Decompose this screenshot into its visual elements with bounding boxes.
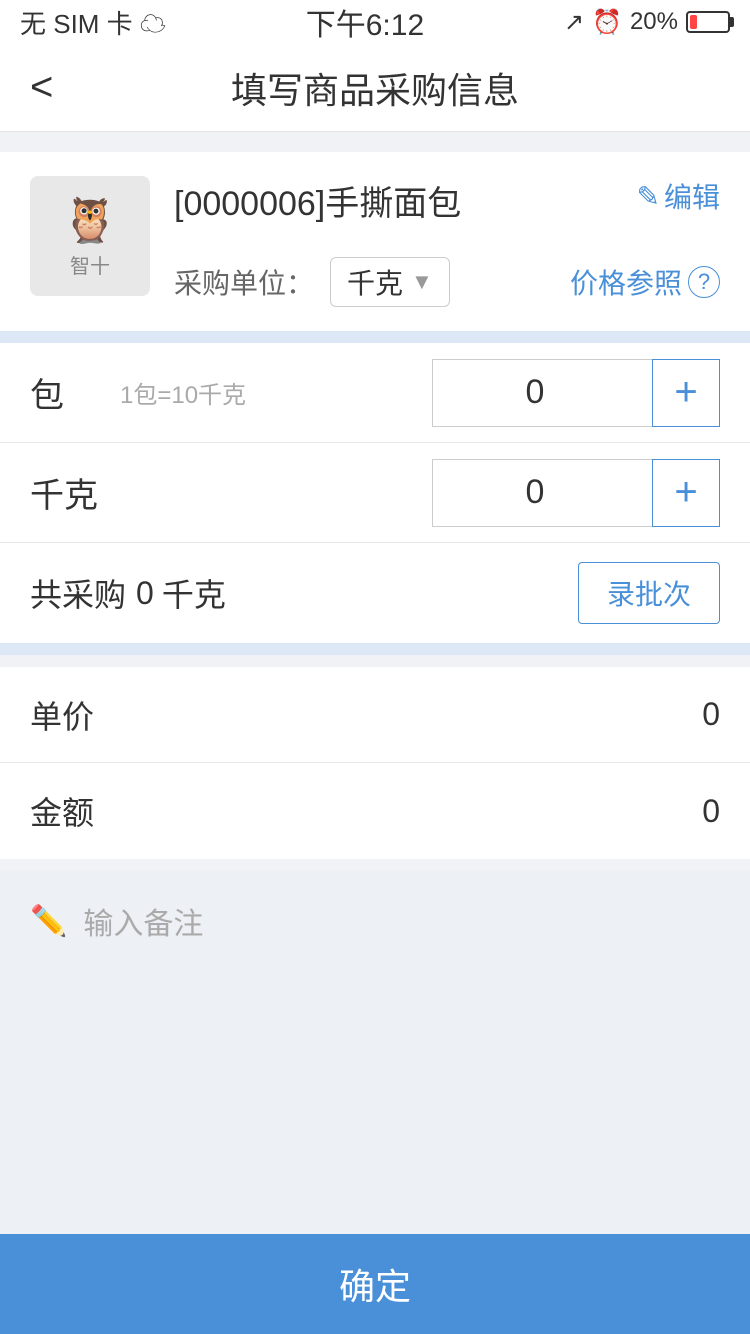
note-section[interactable]: ✏️ 输入备注 bbox=[0, 871, 750, 971]
kg-label: 千克 bbox=[30, 468, 110, 517]
product-info: [0000006]手撕面包 ✎ 编辑 采购单位： 千克 ▼ 价格参照 ? bbox=[174, 176, 720, 307]
unit-value: 千克 bbox=[347, 262, 403, 302]
status-right: ↗ ⏰ 20% bbox=[564, 8, 730, 37]
status-left: 无 SIM 卡 ☁ bbox=[20, 4, 166, 41]
help-icon: ? bbox=[688, 266, 720, 298]
price-ref-label: 价格参照 bbox=[570, 262, 682, 302]
bag-quantity-input[interactable] bbox=[432, 359, 652, 427]
alarm-icon: ⏰ bbox=[592, 8, 622, 37]
product-owl-icon: 🦉 bbox=[63, 194, 118, 246]
edit-button[interactable]: ✎ 编辑 bbox=[637, 176, 720, 216]
input-section: 包 1包=10千克 + 千克 + bbox=[0, 343, 750, 543]
product-brand: 智十 bbox=[70, 250, 110, 279]
sim-label: 无 SIM 卡 ☁ bbox=[20, 4, 166, 41]
batch-button[interactable]: 录批次 bbox=[578, 562, 720, 624]
product-card: 🦉 智十 [0000006]手撕面包 ✎ 编辑 采购单位： 千克 ▼ 价格参照 … bbox=[0, 152, 750, 331]
bag-input-controls: + bbox=[432, 359, 720, 427]
product-name: [0000006]手撕面包 bbox=[174, 176, 461, 225]
nav-bar: < 填写商品采购信息 bbox=[0, 44, 750, 132]
total-value: 0 bbox=[136, 575, 154, 612]
note-placeholder: 输入备注 bbox=[83, 899, 203, 943]
purchase-unit-label: 采购单位： bbox=[174, 262, 314, 302]
confirm-bar[interactable]: 确定 bbox=[0, 1234, 750, 1334]
section-divider-2 bbox=[0, 643, 750, 655]
kg-plus-button[interactable]: + bbox=[652, 459, 720, 527]
edit-label: 编辑 bbox=[664, 176, 720, 216]
price-ref-button[interactable]: 价格参照 ? bbox=[570, 262, 720, 302]
bag-sublabel: 1包=10千克 bbox=[120, 375, 246, 410]
bag-label: 包 bbox=[30, 368, 110, 417]
unit-arrow-icon: ▼ bbox=[411, 269, 433, 295]
amount-label: 金额 bbox=[30, 788, 94, 834]
unit-price-row: 单价 0 bbox=[0, 667, 750, 763]
status-time: 下午6:12 bbox=[306, 0, 424, 44]
product-thumbnail: 🦉 智十 bbox=[30, 176, 150, 296]
product-meta: 采购单位： 千克 ▼ 价格参照 ? bbox=[174, 257, 720, 307]
kg-input-controls: + bbox=[432, 459, 720, 527]
total-row: 共采购 0 千克 录批次 bbox=[0, 543, 750, 643]
section-divider-1 bbox=[0, 331, 750, 343]
total-unit: 千克 bbox=[162, 570, 226, 616]
unit-price-value: 0 bbox=[702, 696, 720, 733]
note-pencil-icon: ✏️ bbox=[30, 904, 67, 939]
battery-icon bbox=[686, 11, 730, 33]
battery-percent: 20% bbox=[630, 8, 678, 36]
price-section: 单价 0 金额 0 bbox=[0, 667, 750, 859]
amount-row: 金额 0 bbox=[0, 763, 750, 859]
bag-row: 包 1包=10千克 + bbox=[0, 343, 750, 443]
unit-price-label: 单价 bbox=[30, 692, 94, 738]
status-bar: 无 SIM 卡 ☁ 下午6:12 ↗ ⏰ 20% bbox=[0, 0, 750, 44]
amount-value: 0 bbox=[702, 793, 720, 830]
total-label: 共采购 bbox=[30, 570, 126, 616]
kg-row: 千克 + bbox=[0, 443, 750, 543]
edit-icon: ✎ bbox=[637, 180, 660, 213]
unit-selector[interactable]: 千克 ▼ bbox=[330, 257, 450, 307]
bag-plus-button[interactable]: + bbox=[652, 359, 720, 427]
kg-quantity-input[interactable] bbox=[432, 459, 652, 527]
confirm-label: 确定 bbox=[339, 1258, 411, 1310]
page-title: 填写商品采购信息 bbox=[231, 62, 519, 114]
location-icon: ↗ bbox=[564, 8, 584, 37]
back-button[interactable]: < bbox=[30, 65, 53, 110]
